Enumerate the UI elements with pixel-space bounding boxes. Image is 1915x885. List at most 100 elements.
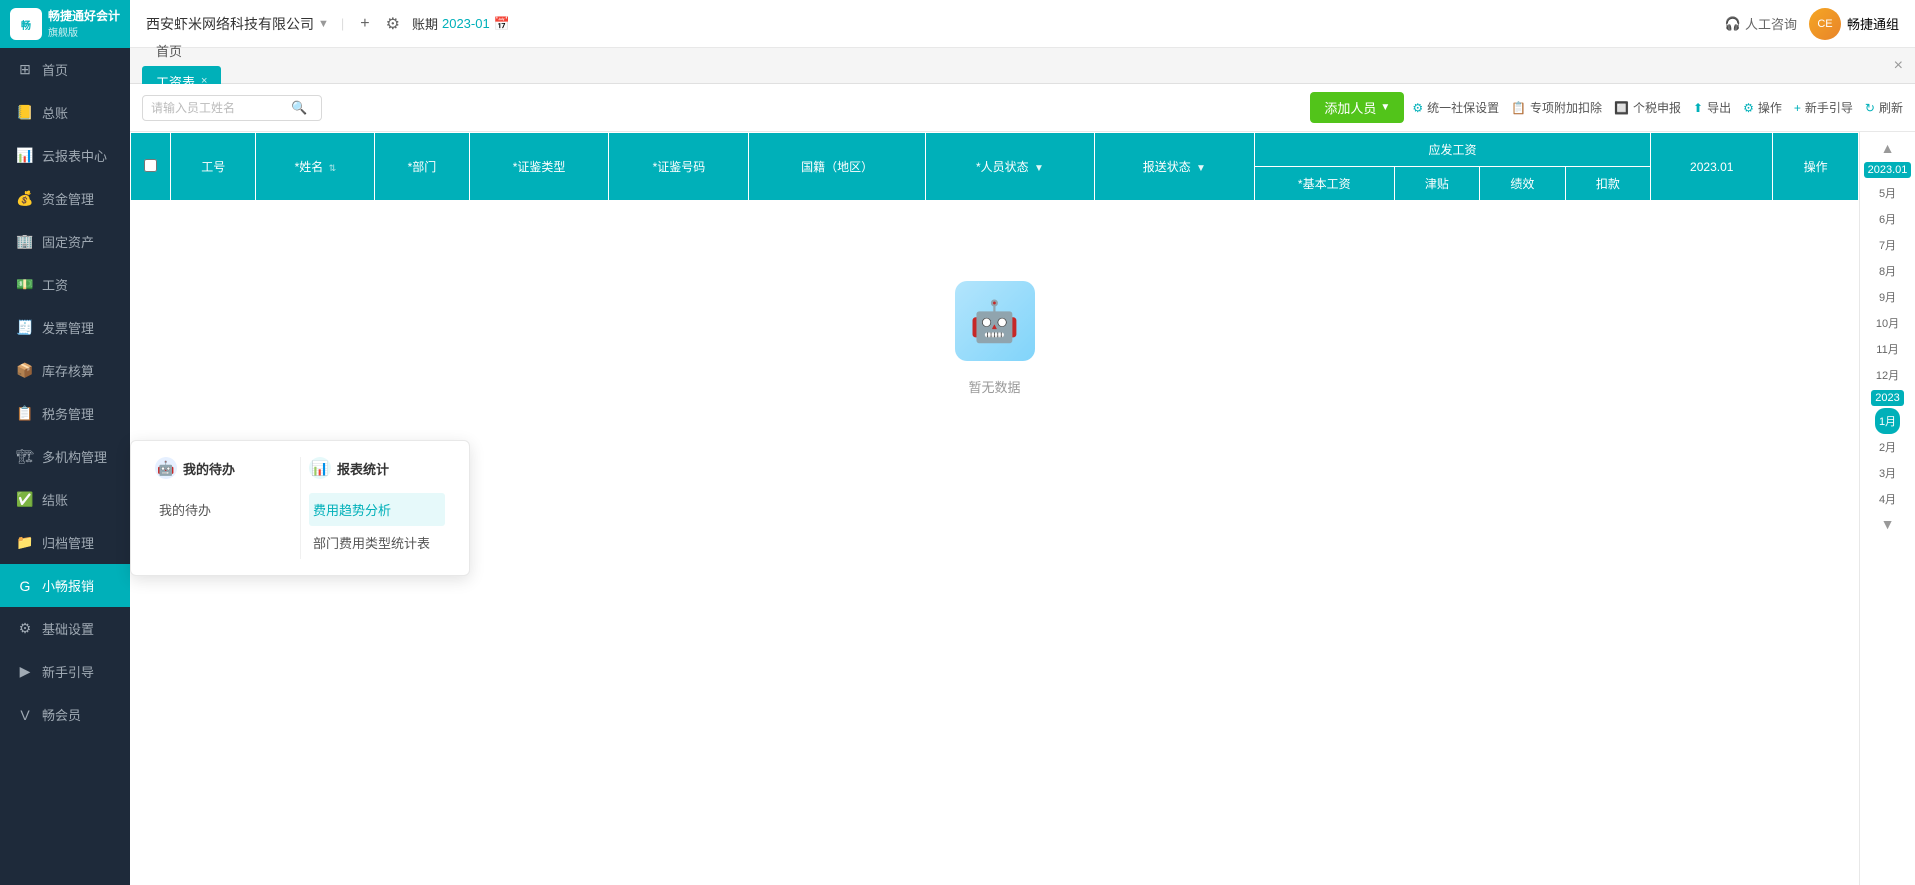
tab-close-right[interactable]: × xyxy=(1894,57,1903,75)
timeline-nav-up[interactable]: ▲ xyxy=(1877,136,1899,160)
period-display: 账期 2023-01 📅 xyxy=(412,14,510,33)
menu-item-my-todo[interactable]: 我的待办 xyxy=(155,493,292,526)
toolbar: 🔍 添加人员 ▼ ⚙ 统一社保设置 📋 专项附加扣除 🔲 个税申报 ⬆ 导出 ⚙ 操作 +… xyxy=(130,84,1915,132)
search-box: 🔍 xyxy=(142,95,322,121)
sidebar-item-assets[interactable]: 🏢 固定资产 xyxy=(0,220,130,263)
app-name: 畅捷通好会计 xyxy=(48,9,120,23)
timeline-month-2022-09[interactable]: 9月 xyxy=(1872,284,1903,310)
timeline-nav-down[interactable]: ▼ xyxy=(1877,512,1899,536)
th-id-type: *证鉴类型 xyxy=(469,133,609,201)
person-status-filter-icon[interactable]: ▼ xyxy=(1034,163,1044,174)
toolbar-action-refresh[interactable]: ↻ 刷新 xyxy=(1865,99,1903,116)
add-dropdown-arrow: ▼ xyxy=(1380,102,1390,113)
name-sort-icon[interactable]: ⇅ xyxy=(329,163,337,173)
sidebar-icon-guide: ▶ xyxy=(16,663,34,680)
timeline-month-2022-12[interactable]: 12月 xyxy=(1872,362,1903,388)
add-icon[interactable]: + xyxy=(356,11,373,37)
tab-close-payroll[interactable]: × xyxy=(201,75,207,87)
sidebar-label-invoice: 发票管理 xyxy=(42,318,94,337)
search-input[interactable] xyxy=(151,101,291,115)
toolbar-action-tax_report[interactable]: 🔲 个税申报 xyxy=(1614,99,1681,116)
toolbar-action-operate[interactable]: ⚙ 操作 xyxy=(1743,99,1782,116)
sidebar-item-archive[interactable]: 📁 归档管理 xyxy=(0,521,130,564)
sidebar-item-ledger[interactable]: 📒 总账 xyxy=(0,91,130,134)
topbar: 西安虾米网络科技有限公司 ▼ | + ⚙ 账期 2023-01 📅 🎧 人工咨询… xyxy=(130,0,1915,48)
sidebar-label-closing: 结账 xyxy=(42,490,68,509)
tab-label-home: 首页 xyxy=(156,41,182,60)
app-edition: 旗舰版 xyxy=(48,24,120,39)
menu-section-todo: 🤖 我的待办 我的待办 xyxy=(147,457,300,559)
sidebar-icon-funds: 💰 xyxy=(16,190,34,207)
action-icon-deduction: 📋 xyxy=(1511,101,1526,115)
th-base-salary: *基本工资 xyxy=(1254,167,1394,201)
sidebar-item-payroll[interactable]: 💵 工资 xyxy=(0,263,130,306)
send-status-filter-icon[interactable]: ▼ xyxy=(1196,163,1206,174)
sidebar-item-funds[interactable]: 💰 资金管理 xyxy=(0,177,130,220)
sidebar-icon-settings: ⚙ xyxy=(16,620,34,637)
username: 畅捷通组 xyxy=(1847,14,1899,33)
sidebar-item-settings[interactable]: ⚙ 基础设置 xyxy=(0,607,130,650)
sidebar-item-home[interactable]: ⊞ 首页 xyxy=(0,48,130,91)
dropdown-grid: 🤖 我的待办 我的待办 📊 报表统计 费用趋势分析 部门费用类型统计表 xyxy=(147,457,453,559)
period-value: 2023-01 xyxy=(442,16,490,31)
settings-icon[interactable]: ⚙ xyxy=(382,10,404,38)
sidebar-item-guide[interactable]: ▶ 新手引导 xyxy=(0,650,130,693)
topbar-right: 🎧 人工咨询 CE 畅捷通组 xyxy=(1725,8,1899,40)
th-allowance: 津贴 xyxy=(1394,167,1479,201)
empty-icon xyxy=(955,281,1035,361)
timeline-prev-months: 5月6月7月8月9月10月11月12月 xyxy=(1872,180,1903,388)
th-no: 工号 xyxy=(171,133,256,201)
company-selector[interactable]: 西安虾米网络科技有限公司 ▼ xyxy=(146,14,329,34)
timeline-month-2022-08[interactable]: 8月 xyxy=(1872,258,1903,284)
timeline-month-2022-05[interactable]: 5月 xyxy=(1872,180,1903,206)
timeline-month-2023-01[interactable]: 1月 xyxy=(1875,408,1900,434)
th-performance: 绩效 xyxy=(1480,167,1565,201)
headset-icon: 🎧 xyxy=(1725,16,1741,32)
action-label-export: 导出 xyxy=(1707,99,1731,116)
toolbar-action-social[interactable]: ⚙ 统一社保设置 xyxy=(1412,99,1499,116)
toolbar-action-guide[interactable]: + 新手引导 xyxy=(1794,99,1853,116)
user-info[interactable]: CE 畅捷通组 xyxy=(1809,8,1899,40)
timeline-month-2023-04[interactable]: 4月 xyxy=(1875,486,1900,512)
toolbar-action-deduction[interactable]: 📋 专项附加扣除 xyxy=(1511,99,1602,116)
sidebar-item-xiaochang[interactable]: G 小畅报销 xyxy=(0,564,130,607)
timeline-month-2022-07[interactable]: 7月 xyxy=(1872,232,1903,258)
sidebar-item-member[interactable]: V 畅会员 xyxy=(0,693,130,736)
sidebar-icon-invoice: 🧾 xyxy=(16,319,34,336)
toolbar-action-export[interactable]: ⬆ 导出 xyxy=(1693,99,1731,116)
sidebar-label-inventory: 库存核算 xyxy=(42,361,94,380)
sidebar-item-closing[interactable]: ✅ 结账 xyxy=(0,478,130,521)
action-label-operate: 操作 xyxy=(1758,99,1782,116)
menu-item-cost-trend[interactable]: 费用趋势分析 xyxy=(309,493,445,526)
timeline-month-2022-10[interactable]: 10月 xyxy=(1872,310,1903,336)
service-btn[interactable]: 🎧 人工咨询 xyxy=(1725,14,1797,33)
timeline-month-2022-06[interactable]: 6月 xyxy=(1872,206,1903,232)
dropdown-menu: 🤖 我的待办 我的待办 📊 报表统计 费用趋势分析 部门费用类型统计表 xyxy=(130,440,470,576)
action-icon-social: ⚙ xyxy=(1412,101,1423,115)
sidebar-nav: ⊞ 首页📒 总账📊 云报表中心💰 资金管理🏢 固定资产💵 工资🧾 发票管理📦 库… xyxy=(0,48,130,736)
sidebar-label-payroll: 工资 xyxy=(42,275,68,294)
th-name: *姓名 ⇅ xyxy=(256,133,375,201)
timeline-month-2023-02[interactable]: 2月 xyxy=(1875,434,1900,460)
sidebar-label-ledger: 总账 xyxy=(42,103,68,122)
sidebar-item-invoice[interactable]: 🧾 发票管理 xyxy=(0,306,130,349)
calendar-icon[interactable]: 📅 xyxy=(494,16,510,32)
sidebar-item-multi[interactable]: 🏗 多机构管理 xyxy=(0,435,130,478)
sidebar-item-reports[interactable]: 📊 云报表中心 xyxy=(0,134,130,177)
th-action: 操作 xyxy=(1773,133,1859,201)
search-icon: 🔍 xyxy=(291,100,307,116)
action-label-deduction: 专项附加扣除 xyxy=(1530,99,1602,116)
menu-section-reports-title: 📊 报表统计 xyxy=(309,457,445,483)
menu-item-dept-cost[interactable]: 部门费用类型统计表 xyxy=(309,526,445,559)
sidebar-icon-inventory: 📦 xyxy=(16,362,34,379)
sidebar-item-tax[interactable]: 📋 税务管理 xyxy=(0,392,130,435)
add-person-button[interactable]: 添加人员 ▼ xyxy=(1310,92,1404,123)
timeline-month-2023-03[interactable]: 3月 xyxy=(1875,460,1900,486)
timeline-month-2022-11[interactable]: 11月 xyxy=(1872,336,1903,362)
tab-home[interactable]: 首页 xyxy=(142,35,221,66)
sidebar-label-home: 首页 xyxy=(42,60,68,79)
sidebar-item-inventory[interactable]: 📦 库存核算 xyxy=(0,349,130,392)
payroll-table: 工号 *姓名 ⇅ *部门 *证鉴类型 *证鉴号码 国籍（地区） *人员状态 ▼ … xyxy=(130,132,1859,201)
empty-state: 暂无数据 xyxy=(130,201,1859,476)
select-all-checkbox[interactable] xyxy=(144,159,157,172)
